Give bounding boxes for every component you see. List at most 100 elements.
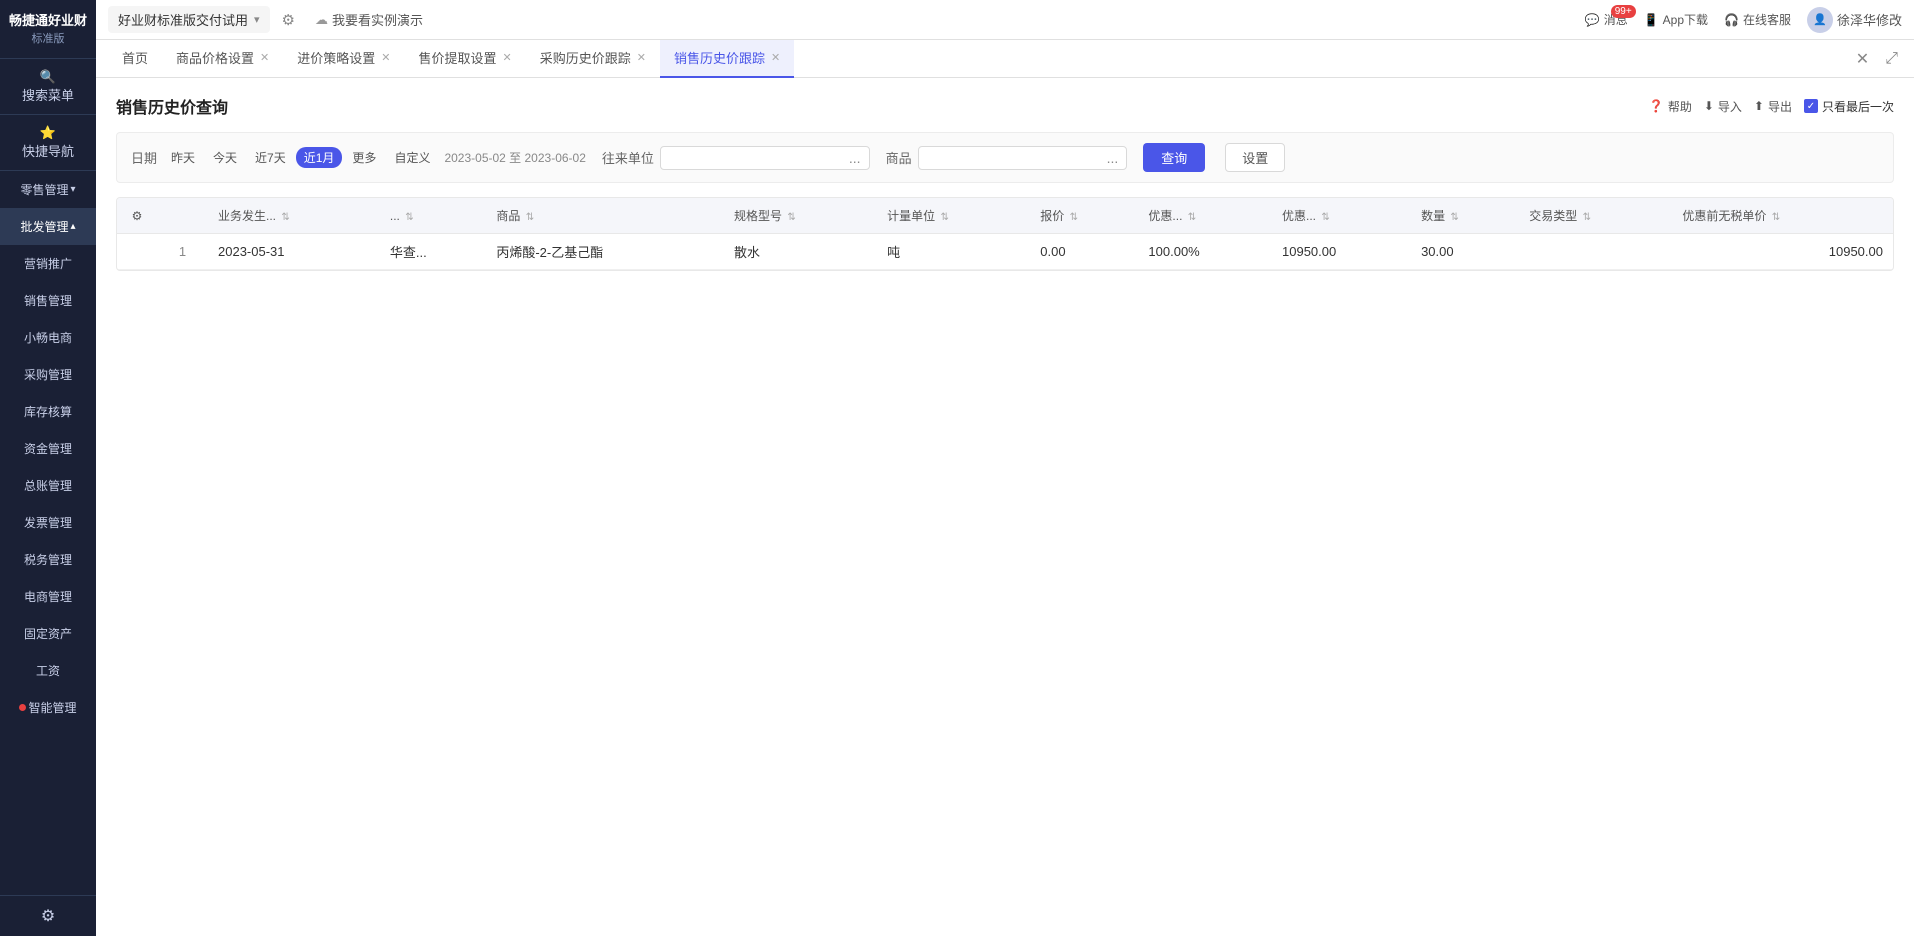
date-btn-yesterday[interactable]: 昨天: [163, 147, 203, 168]
tab-purchase-history[interactable]: 采购历史价跟踪 ✕: [526, 40, 660, 78]
window-controls: ✕ ⤢: [1852, 47, 1902, 71]
data-table-wrap: ⚙ 业务发生... ⇅ ... ⇅ 商品 ⇅: [116, 197, 1894, 271]
purchase-label: 采购管理: [24, 366, 72, 383]
chevron-up-icon: ▴: [70, 221, 75, 232]
table-body: 1 2023-05-31 华查... 丙烯酸-2-乙基己酯 散水 吨 0.00 …: [117, 234, 1893, 270]
sidebar-item-general-ledger[interactable]: 总账管理: [0, 467, 96, 504]
sidebar-search[interactable]: 🔍 搜索菜单: [0, 59, 96, 115]
sidebar-menu: 零售管理 ▾ 批发管理 ▴ 营销推广 销售管理 小畅电商 采购管理 库存核算 资…: [0, 171, 96, 895]
date-buttons: 昨天 今天 近7天 近1月 更多 自定义: [163, 147, 438, 168]
tab-price-strategy[interactable]: 进价策略设置 ✕: [283, 40, 404, 78]
product-input[interactable]: [927, 150, 1103, 165]
wholesale-label: 批发管理: [20, 218, 68, 235]
date-btn-last1m[interactable]: 近1月: [296, 147, 343, 168]
sales-label: 销售管理: [24, 292, 72, 309]
sidebar-item-ecommerce-small[interactable]: 小畅电商: [0, 319, 96, 356]
col-discount-price[interactable]: 优惠... ⇅: [1272, 198, 1411, 234]
messages-button[interactable]: 💬 消息 99+: [1585, 11, 1628, 28]
help-button[interactable]: ❓ 帮助: [1649, 98, 1692, 115]
date-btn-today[interactable]: 今天: [205, 147, 245, 168]
sidebar-item-purchase[interactable]: 采购管理: [0, 356, 96, 393]
close-window-icon[interactable]: ✕: [1852, 47, 1873, 71]
col-unit[interactable]: 计量单位 ⇅: [877, 198, 1030, 234]
sort-icon-discount-price: ⇅: [1321, 212, 1329, 223]
module-selector[interactable]: 好业财标准版交付试用 ▾: [108, 6, 270, 33]
tab-sales-history-close[interactable]: ✕: [771, 51, 780, 64]
tab-home[interactable]: 首页: [108, 40, 162, 78]
col-extra[interactable]: ... ⇅: [380, 198, 486, 234]
tab-sales-history[interactable]: 销售历史价跟踪 ✕: [660, 40, 794, 78]
ecommerce-small-label: 小畅电商: [24, 329, 72, 346]
topbar: 好业财标准版交付试用 ▾ ⚙ ☁ 我要看实例演示 💬 消息 99+ 📱 App下…: [96, 0, 1914, 40]
sort-icon-product: ⇅: [526, 212, 534, 223]
date-range-display: 2023-05-02 至 2023-06-02: [444, 149, 585, 166]
row-extra: 华查...: [380, 234, 486, 270]
expand-icon[interactable]: ⤢: [1881, 48, 1902, 70]
table-row[interactable]: 1 2023-05-31 华查... 丙烯酸-2-乙基己酯 散水 吨 0.00 …: [117, 234, 1893, 270]
app-download-button[interactable]: 📱 App下载: [1644, 11, 1708, 28]
sidebar-item-wholesale[interactable]: 批发管理 ▴: [0, 208, 96, 245]
invoice-label: 发票管理: [24, 514, 72, 531]
date-btn-last7[interactable]: 近7天: [247, 147, 294, 168]
tab-price-extract[interactable]: 售价提取设置 ✕: [404, 40, 525, 78]
filter-settings-button[interactable]: 设置: [1225, 143, 1285, 172]
col-config: ⚙: [117, 198, 157, 234]
row-transaction-type: [1519, 234, 1672, 270]
tab-price-settings[interactable]: 商品价格设置 ✕: [162, 40, 283, 78]
module-name: 好业财标准版交付试用: [118, 10, 248, 29]
notification-dot: [19, 704, 26, 711]
topbar-settings-icon[interactable]: ⚙: [278, 7, 299, 33]
row-config: [117, 234, 157, 270]
col-spec[interactable]: 规格型号 ⇅: [724, 198, 877, 234]
col-discount-pct[interactable]: 优惠... ⇅: [1138, 198, 1272, 234]
online-service-button[interactable]: 🎧 在线客服: [1724, 11, 1791, 28]
app-download-label: App下载: [1663, 11, 1708, 28]
sidebar-item-sales[interactable]: 销售管理: [0, 282, 96, 319]
col-product[interactable]: 商品 ⇅: [486, 198, 724, 234]
col-list-price[interactable]: 报价 ⇅: [1030, 198, 1138, 234]
sidebar-item-marketing[interactable]: 营销推广: [0, 245, 96, 282]
headset-icon: 🎧: [1724, 13, 1739, 27]
demo-link[interactable]: ☁ 我要看实例演示: [315, 10, 423, 29]
sidebar-item-salary[interactable]: 工资: [0, 652, 96, 689]
last-time-only-label: 只看最后一次: [1822, 98, 1894, 115]
table-settings-icon[interactable]: ⚙: [132, 209, 143, 223]
sidebar: 畅捷通好业财 标准版 🔍 搜索菜单 ⭐ 快捷导航 零售管理 ▾ 批发管理 ▴ 营…: [0, 0, 96, 936]
sidebar-item-retail[interactable]: 零售管理 ▾: [0, 171, 96, 208]
sidebar-item-invoice[interactable]: 发票管理: [0, 504, 96, 541]
export-button[interactable]: ⬆ 导出: [1754, 98, 1792, 115]
sidebar-item-inventory[interactable]: 库存核算: [0, 393, 96, 430]
date-btn-custom[interactable]: 自定义: [386, 147, 438, 168]
col-quantity[interactable]: 数量 ⇅: [1411, 198, 1519, 234]
query-button[interactable]: 查询: [1143, 143, 1205, 172]
settings-icon[interactable]: ⚙: [6, 906, 90, 926]
import-button[interactable]: ⬇ 导入: [1704, 98, 1742, 115]
sidebar-item-assets[interactable]: 固定资产: [0, 615, 96, 652]
sidebar-quicknav[interactable]: ⭐ 快捷导航: [0, 115, 96, 171]
row-quantity: 30.00: [1411, 234, 1519, 270]
sidebar-item-tax[interactable]: 税务管理: [0, 541, 96, 578]
sidebar-item-intelligent[interactable]: 智能管理: [0, 689, 96, 726]
tab-price-strategy-close[interactable]: ✕: [381, 51, 390, 64]
topbar-actions: 💬 消息 99+ 📱 App下载 🎧 在线客服 👤 徐泽华修改: [1585, 7, 1902, 33]
tab-price-extract-close[interactable]: ✕: [503, 51, 512, 64]
col-business-date[interactable]: 业务发生... ⇅: [208, 198, 380, 234]
source-unit-input[interactable]: [669, 150, 845, 165]
sort-icon-list-price: ⇅: [1070, 212, 1078, 223]
source-unit-ellipsis[interactable]: ...: [849, 150, 861, 166]
last-time-only-checkbox[interactable]: ✓ 只看最后一次: [1804, 98, 1894, 115]
tab-price-settings-close[interactable]: ✕: [260, 51, 269, 64]
date-btn-more[interactable]: 更多: [344, 147, 384, 168]
tabbar: 首页 商品价格设置 ✕ 进价策略设置 ✕ 售价提取设置 ✕ 采购历史价跟踪 ✕ …: [96, 40, 1914, 78]
col-pretax-price[interactable]: 优惠前无税单价 ⇅: [1672, 198, 1893, 234]
col-transaction-type[interactable]: 交易类型 ⇅: [1519, 198, 1672, 234]
product-ellipsis[interactable]: ...: [1107, 150, 1119, 166]
sidebar-item-ecommerce[interactable]: 电商管理: [0, 578, 96, 615]
tab-purchase-history-close[interactable]: ✕: [637, 51, 646, 64]
assets-label: 固定资产: [24, 625, 72, 642]
help-label: 帮助: [1668, 98, 1692, 115]
sidebar-item-finance[interactable]: 资金管理: [0, 430, 96, 467]
tab-price-settings-label: 商品价格设置: [176, 48, 254, 67]
checkbox-checked-icon: ✓: [1804, 99, 1818, 113]
user-menu[interactable]: 👤 徐泽华修改: [1807, 7, 1902, 33]
